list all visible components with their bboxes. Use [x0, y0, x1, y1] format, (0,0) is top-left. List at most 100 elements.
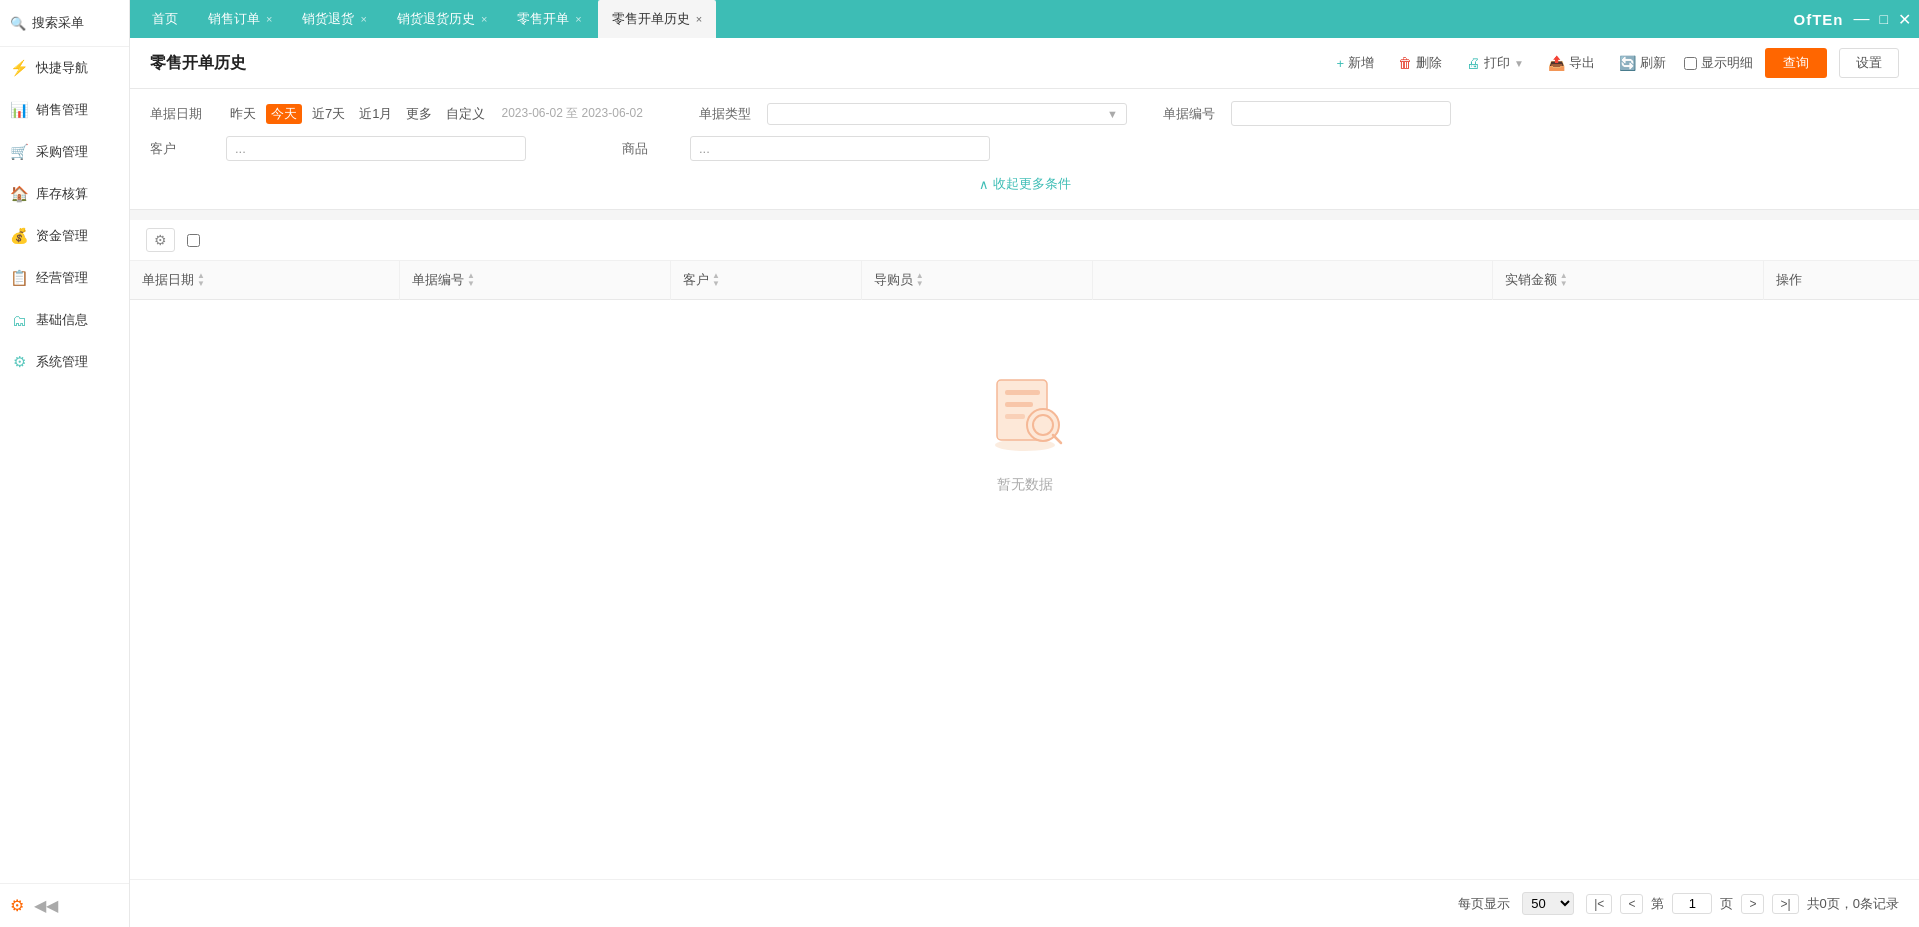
- display-detail-input[interactable]: [1684, 57, 1697, 70]
- sidebar-item-purchase-mgmt[interactable]: 🛒 采购管理: [0, 131, 129, 173]
- per-page-select[interactable]: 50 20 100: [1522, 892, 1574, 915]
- delete-label: 删除: [1416, 54, 1442, 72]
- export-icon: 📤: [1548, 55, 1565, 71]
- empty-text: 暂无数据: [997, 476, 1053, 494]
- settings-button[interactable]: ⚙: [10, 896, 24, 915]
- sidebar-item-sales-mgmt[interactable]: 📊 销售管理: [0, 89, 129, 131]
- first-page-button[interactable]: |<: [1586, 894, 1612, 914]
- sidebar-search-label: 搜索采单: [32, 14, 84, 32]
- table-toolbar: ⚙: [130, 220, 1919, 261]
- sidebar-item-basic-info[interactable]: 🗂 基础信息: [0, 299, 129, 341]
- date-opt-custom[interactable]: 自定义: [442, 104, 489, 124]
- customer-label: 客户: [150, 140, 210, 158]
- data-table: 单据日期 ▲▼ 单据编号 ▲▼ 客户: [130, 261, 1919, 300]
- window-maximize-button[interactable]: □: [1880, 11, 1888, 27]
- th-amount: 实销金额 ▲▼: [1492, 261, 1763, 300]
- settings-button[interactable]: 设置: [1839, 48, 1899, 78]
- quick-nav-icon: ⚡: [10, 59, 28, 77]
- print-label: 打印: [1484, 54, 1510, 72]
- delete-button[interactable]: 🗑 删除: [1392, 50, 1448, 76]
- add-icon: +: [1337, 56, 1345, 71]
- svg-rect-2: [1005, 390, 1040, 395]
- sales-icon: 📊: [10, 101, 28, 119]
- top-nav: 首页 销售订单 × 销货退货 × 销货退货历史 × 零售开单 × 零售开单历史 …: [130, 0, 1919, 38]
- table-header-row: 单据日期 ▲▼ 单据编号 ▲▼ 客户: [130, 261, 1919, 300]
- refresh-label: 刷新: [1640, 54, 1666, 72]
- th-guide: 导购员 ▲▼: [861, 261, 1092, 300]
- export-label: 导出: [1569, 54, 1595, 72]
- page-content: 零售开单历史 + 新增 🗑 删除 🖨 打印 ▼ 📤 导出: [130, 38, 1919, 927]
- date-opt-more[interactable]: 更多: [402, 104, 436, 124]
- total-label: 共0页，0条记录: [1807, 895, 1899, 913]
- refresh-icon: 🔄: [1619, 55, 1636, 71]
- print-icon: 🖨: [1466, 55, 1480, 71]
- delete-icon: 🗑: [1398, 55, 1412, 71]
- tab-sales-order[interactable]: 销售订单 ×: [194, 0, 286, 38]
- per-page-label: 每页显示: [1458, 895, 1510, 913]
- collapse-sidebar-button[interactable]: ◀◀: [34, 896, 58, 915]
- svg-rect-4: [1005, 414, 1025, 419]
- sidebar: 🔍 搜索采单 ⚡ 快捷导航 📊 销售管理 🛒 采购管理 🏠 库存核算 💰 资金管…: [0, 0, 130, 927]
- tab-close-icon[interactable]: ×: [360, 13, 366, 25]
- date-opt-1month[interactable]: 近1月: [355, 104, 396, 124]
- sidebar-search[interactable]: 🔍 搜索采单: [0, 0, 129, 47]
- print-button[interactable]: 🖨 打印 ▼: [1460, 50, 1530, 76]
- refresh-button[interactable]: 🔄 刷新: [1613, 50, 1672, 76]
- sort-arrows-guide[interactable]: ▲▼: [916, 272, 924, 288]
- sort-arrows-date[interactable]: ▲▼: [197, 272, 205, 288]
- tab-close-icon[interactable]: ×: [266, 13, 272, 25]
- prev-page-button[interactable]: <: [1620, 894, 1643, 914]
- operations-icon: 📋: [10, 269, 28, 287]
- tab-sales-return-history[interactable]: 销货退货历史 ×: [383, 0, 501, 38]
- export-button[interactable]: 📤 导出: [1542, 50, 1601, 76]
- sidebar-item-quick-nav[interactable]: ⚡ 快捷导航: [0, 47, 129, 89]
- tab-retail-open[interactable]: 零售开单 ×: [503, 0, 595, 38]
- tab-sales-return[interactable]: 销货退货 ×: [288, 0, 380, 38]
- display-detail-checkbox[interactable]: 显示明细: [1684, 54, 1753, 72]
- next-page-button[interactable]: >: [1741, 894, 1764, 914]
- last-page-button[interactable]: >|: [1772, 894, 1798, 914]
- customer-select[interactable]: ...: [226, 136, 526, 161]
- page-title: 零售开单历史: [150, 53, 1331, 74]
- collapse-filter-button[interactable]: ∧ 收起更多条件: [975, 171, 1075, 197]
- tab-sales-order-label: 销售订单: [208, 10, 260, 28]
- page-end-label: 页: [1720, 895, 1733, 913]
- sort-arrows-customer[interactable]: ▲▼: [712, 272, 720, 288]
- query-button[interactable]: 查询: [1765, 48, 1827, 78]
- page-number-input[interactable]: [1672, 893, 1712, 914]
- window-minimize-button[interactable]: —: [1854, 10, 1870, 28]
- doc-no-input[interactable]: [1231, 101, 1451, 126]
- tab-close-icon[interactable]: ×: [481, 13, 487, 25]
- window-close-button[interactable]: ✕: [1898, 10, 1911, 29]
- goods-select[interactable]: ...: [690, 136, 990, 161]
- filter-area: 单据日期 昨天 今天 近7天 近1月 更多 自定义 2023-06-02 至 2…: [130, 89, 1919, 210]
- th-action-label: 操作: [1776, 272, 1802, 287]
- inventory-icon: 🏠: [10, 185, 28, 203]
- tab-home[interactable]: 首页: [138, 0, 192, 38]
- sidebar-item-label: 经营管理: [36, 269, 88, 287]
- sort-arrows-no[interactable]: ▲▼: [467, 272, 475, 288]
- filter-row-2: 客户 ... 商品 ...: [150, 136, 1899, 161]
- th-action: 操作: [1763, 261, 1919, 300]
- date-opt-today[interactable]: 今天: [266, 104, 302, 124]
- date-opt-yesterday[interactable]: 昨天: [226, 104, 260, 124]
- date-opt-7days[interactable]: 近7天: [308, 104, 349, 124]
- doc-type-select[interactable]: ▼: [767, 103, 1127, 125]
- sidebar-item-label: 资金管理: [36, 227, 88, 245]
- column-settings-button[interactable]: ⚙: [146, 228, 175, 252]
- sidebar-item-finance[interactable]: 💰 资金管理: [0, 215, 129, 257]
- tab-close-icon[interactable]: ×: [696, 13, 702, 25]
- tab-retail-history[interactable]: 零售开单历史 ×: [598, 0, 716, 38]
- sidebar-item-operations[interactable]: 📋 经营管理: [0, 257, 129, 299]
- sidebar-item-inventory[interactable]: 🏠 库存核算: [0, 173, 129, 215]
- th-guide-label: 导购员: [874, 271, 913, 289]
- add-button[interactable]: + 新增: [1331, 50, 1381, 76]
- brand-label: OfTEn: [1794, 11, 1844, 28]
- empty-icon: [975, 360, 1075, 460]
- sidebar-item-system-mgmt[interactable]: ⚙ 系统管理: [0, 341, 129, 383]
- doc-type-filter: 单据类型 ▼: [699, 103, 1127, 125]
- sort-arrows-amount[interactable]: ▲▼: [1560, 272, 1568, 288]
- tab-close-icon[interactable]: ×: [575, 13, 581, 25]
- svg-line-7: [1053, 435, 1061, 443]
- select-all-checkbox[interactable]: [187, 234, 200, 247]
